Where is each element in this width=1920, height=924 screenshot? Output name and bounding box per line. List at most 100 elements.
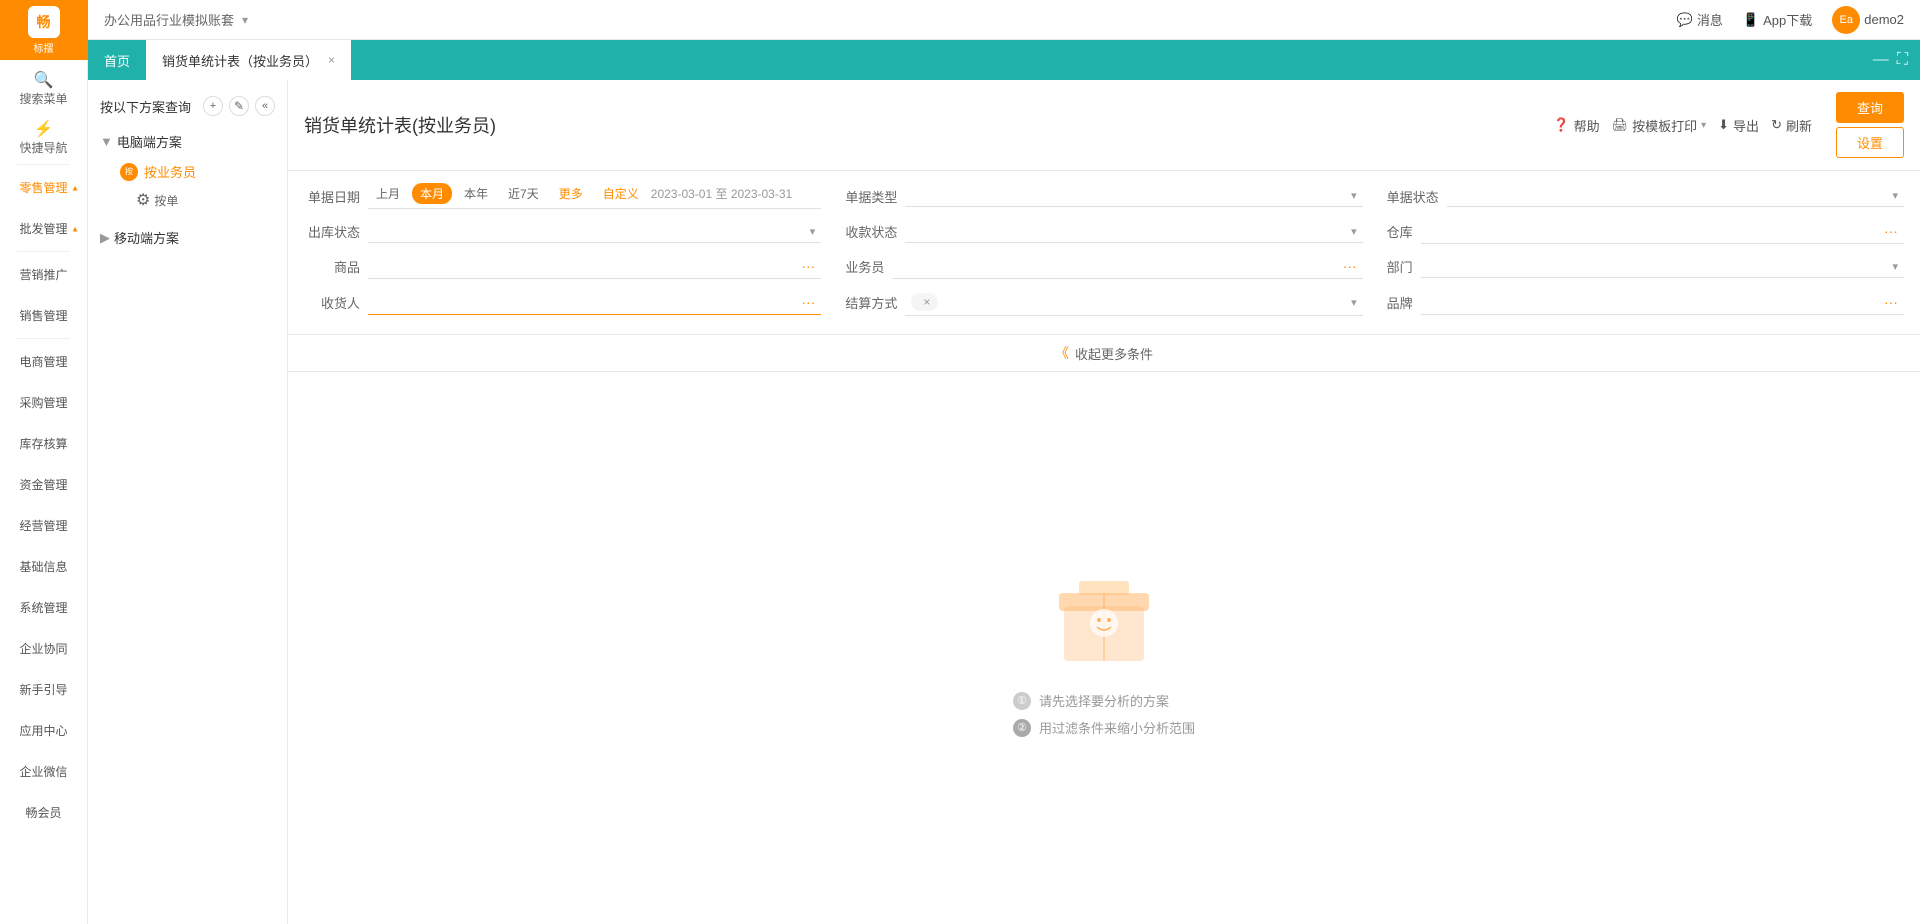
salesman-dots[interactable]: ··· — [1343, 258, 1357, 274]
salesman-icon: 按 — [120, 163, 138, 181]
consignee-dots[interactable]: ··· — [801, 294, 815, 310]
message-btn[interactable]: 💬 消息 — [1677, 10, 1723, 29]
dept-label: 部门 — [1387, 257, 1413, 276]
tree-parent-computer[interactable]: ▼ 电脑端方案 — [88, 126, 287, 157]
download-icon: 📱 — [1743, 12, 1759, 28]
add-scheme-btn[interactable]: + — [203, 96, 223, 116]
salesman-input[interactable]: ··· — [892, 254, 1362, 279]
topbar-left: 办公用品行业模拟账套 ▾ — [104, 10, 248, 29]
sidebar-item-operation[interactable]: 经营管理 — [0, 505, 87, 546]
export-btn[interactable]: ⬇ 导出 — [1718, 116, 1759, 135]
sidebar-item-basic[interactable]: 基础信息 — [0, 546, 87, 587]
tab-current[interactable]: 销货单统计表（按业务员） × — [146, 40, 351, 80]
out-status-arrow: ▾ — [810, 225, 816, 238]
warehouse-dots[interactable]: ··· — [1884, 223, 1898, 239]
by-order-icon: ⚙ — [136, 190, 150, 210]
date-tab-lastmonth[interactable]: 上月 — [368, 183, 408, 204]
sidebar-quicknav[interactable]: ⚡ 快捷导航 — [19, 113, 67, 162]
consignee-input[interactable]: ··· — [368, 290, 821, 315]
print-icon: 🖨 — [1612, 117, 1629, 133]
query-button[interactable]: 查询 — [1836, 92, 1904, 123]
divider — [17, 164, 69, 165]
sidebar-item-member[interactable]: 畅会员 — [0, 792, 87, 833]
dept-arrow: ▾ — [1892, 260, 1898, 273]
settlement-label: 结算方式 — [845, 293, 897, 312]
right-panel: 销货单统计表(按业务员) ❓ 帮助 🖨 按模板打印 ▾ ⬇ 导出 — [288, 80, 1920, 924]
date-tab-custom[interactable]: 自定义 — [595, 183, 647, 204]
divider — [17, 338, 69, 339]
sidebar-item-sales[interactable]: 销售管理 — [0, 295, 87, 336]
empty-text: ① 请先选择要分析的方案 ② 用过滤条件来缩小分析范围 — [1013, 691, 1195, 745]
out-status-select[interactable]: ▾ — [368, 221, 821, 243]
logo[interactable]: 畅 标摆 — [0, 0, 88, 60]
goods-input[interactable]: ··· — [368, 254, 821, 279]
warehouse-input[interactable]: ··· — [1421, 219, 1904, 244]
setting-button[interactable]: 设置 — [1836, 127, 1904, 158]
page-header: 销货单统计表(按业务员) ❓ 帮助 🖨 按模板打印 ▾ ⬇ 导出 — [288, 80, 1920, 171]
topbar-right: 💬 消息 📱 App下载 Ea demo2 — [1677, 6, 1904, 34]
edit-scheme-btn[interactable]: ✎ — [229, 96, 249, 116]
app-download-btn[interactable]: 📱 App下载 — [1743, 10, 1812, 29]
goods-label: 商品 — [304, 257, 360, 276]
tab-close-btn[interactable]: × — [328, 53, 335, 67]
tree-child-salesman[interactable]: 按 按业务员 — [88, 157, 287, 186]
sidebar-item-ecommerce[interactable]: 电商管理 — [0, 341, 87, 382]
filter-area: 单据日期 上月 本月 本年 近7天 更多 自定义 2023-03-01 至 20… — [288, 171, 1920, 335]
tab-actions: — ⛶ — [1861, 40, 1920, 80]
content-area: 按以下方案查询 + ✎ « ▼ 电脑端方案 按 按业务员 ⚙ 按 — [88, 80, 1920, 924]
collapse-panel-btn[interactable]: « — [255, 96, 275, 116]
print-btn[interactable]: 🖨 按模板打印 ▾ — [1612, 116, 1707, 135]
settlement-tag-close[interactable]: × — [923, 295, 930, 309]
left-panel-title: 按以下方案查询 — [100, 97, 191, 116]
date-tab-more[interactable]: 更多 — [551, 183, 591, 204]
topbar-title: 办公用品行业模拟账套 — [104, 10, 234, 29]
left-panel-actions: + ✎ « — [203, 96, 275, 116]
help-btn[interactable]: ❓ 帮助 — [1553, 116, 1599, 135]
step1-num: ① — [1013, 692, 1031, 710]
tree-parent-mobile[interactable]: ▶ 移动端方案 — [88, 222, 287, 253]
sidebar-search[interactable]: 🔍 搜索菜单 — [19, 60, 67, 113]
warehouse-label: 仓库 — [1387, 222, 1413, 241]
tree-arrow-computer: ▼ — [100, 134, 113, 149]
tree-child-by-order[interactable]: ⚙ 按单 — [88, 186, 287, 214]
sidebar-item-finance[interactable]: 资金管理 — [0, 464, 87, 505]
doc-type-select[interactable]: ▾ — [905, 185, 1362, 207]
date-tab-thismonth[interactable]: 本月 — [412, 183, 452, 204]
tree-section-mobile: ▶ 移动端方案 — [88, 218, 287, 257]
date-tab-thisyear[interactable]: 本年 — [456, 183, 496, 204]
user-avatar[interactable]: Ea demo2 — [1832, 6, 1904, 34]
doc-status-select[interactable]: ▾ — [1447, 185, 1904, 207]
dept-select[interactable]: ▾ — [1421, 256, 1904, 278]
tree-arrow-mobile: ▶ — [100, 230, 110, 246]
sidebar-item-system[interactable]: 系统管理 — [0, 587, 87, 628]
refresh-btn[interactable]: ↻ 刷新 — [1771, 116, 1812, 135]
tab-home[interactable]: 首页 — [88, 40, 146, 80]
sidebar-item-wechat[interactable]: 企业微信 — [0, 751, 87, 792]
payment-status-select[interactable]: ▾ — [905, 221, 1362, 243]
brand-dots[interactable]: ··· — [1884, 294, 1898, 310]
sidebar-item-appcenter[interactable]: 应用中心 — [0, 710, 87, 751]
tab-minimize-btn[interactable]: — — [1873, 51, 1889, 69]
doc-status-label: 单据状态 — [1387, 187, 1439, 206]
payment-status-label: 收款状态 — [845, 222, 897, 241]
sidebar-item-newbie[interactable]: 新手引导 — [0, 669, 87, 710]
goods-dots[interactable]: ··· — [801, 258, 815, 274]
sidebar-item-inventory[interactable]: 库存核算 — [0, 423, 87, 464]
topbar-dropdown[interactable]: ▾ — [242, 13, 248, 27]
date-label: 单据日期 — [304, 187, 360, 206]
page-title: 销货单统计表(按业务员) — [304, 112, 496, 150]
empty-state: ① 请先选择要分析的方案 ② 用过滤条件来缩小分析范围 — [288, 372, 1920, 924]
sidebar-item-purchase[interactable]: 采购管理 — [0, 382, 87, 423]
brand-input[interactable]: ··· — [1421, 290, 1904, 315]
sidebar-item-retail[interactable]: 零售管理 — [0, 167, 87, 208]
doc-type-label: 单据类型 — [845, 187, 897, 206]
sidebar-item-corp[interactable]: 企业协同 — [0, 628, 87, 669]
settlement-select[interactable]: × ▾ — [905, 289, 1362, 316]
sidebar-item-wholesale[interactable]: 批发管理 — [0, 208, 87, 249]
tab-maximize-btn[interactable]: ⛶ — [1897, 51, 1908, 69]
date-tabs: 上月 本月 本年 近7天 更多 自定义 — [368, 183, 647, 204]
sidebar-item-marketing[interactable]: 营销推广 — [0, 254, 87, 295]
divider — [17, 251, 69, 252]
date-tab-7days[interactable]: 近7天 — [500, 183, 547, 204]
collapse-btn[interactable]: 《 收起更多条件 — [1055, 343, 1153, 363]
